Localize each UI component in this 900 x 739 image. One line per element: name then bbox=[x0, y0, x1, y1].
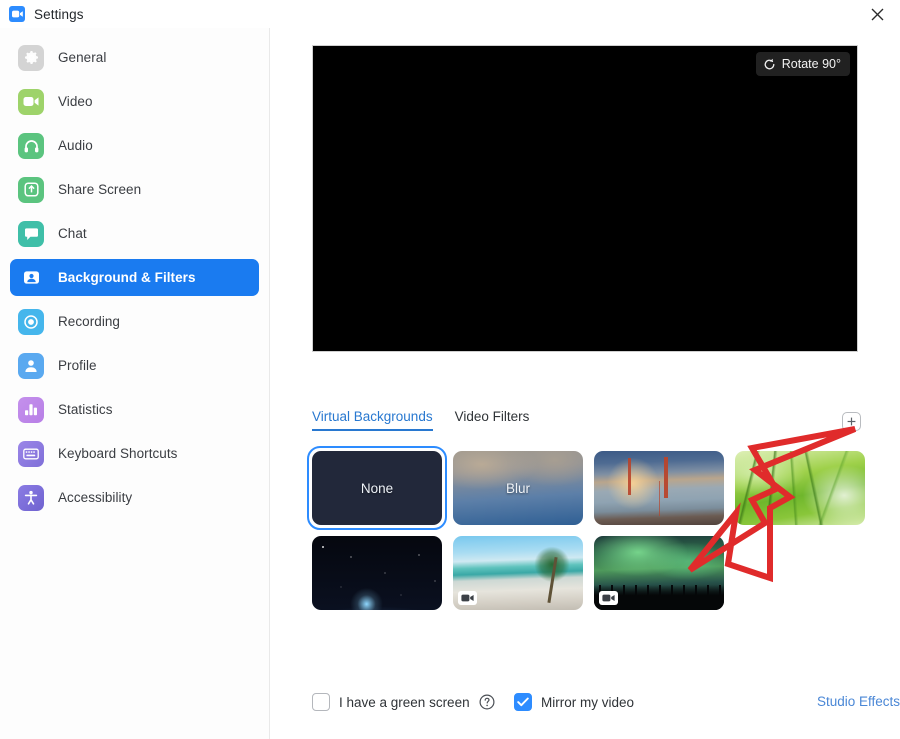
background-option-none[interactable]: None bbox=[307, 446, 447, 530]
background-tabs: Virtual Backgrounds Video Filters bbox=[312, 409, 861, 439]
sidebar-item-label: Video bbox=[58, 94, 93, 109]
person-icon bbox=[18, 352, 44, 379]
sidebar-item-label: Share Screen bbox=[58, 182, 142, 197]
sidebar-item-label: Background & Filters bbox=[58, 270, 196, 285]
background-option-aurora-borealis[interactable] bbox=[594, 536, 724, 610]
bar-chart-icon bbox=[18, 396, 44, 423]
sidebar-item-chat[interactable]: Chat bbox=[10, 215, 259, 252]
plus-icon bbox=[846, 416, 857, 427]
background-footer-controls: I have a green screen Mirror my video St… bbox=[312, 693, 900, 715]
chat-bubble-icon bbox=[18, 220, 44, 247]
sidebar-item-label: Profile bbox=[58, 358, 97, 373]
record-circle-icon bbox=[18, 308, 44, 335]
window-title: Settings bbox=[34, 6, 84, 22]
background-option-blur[interactable]: Blur bbox=[453, 451, 583, 525]
tab-virtual-backgrounds[interactable]: Virtual Backgrounds bbox=[312, 409, 433, 431]
background-option-golden-gate-bridge[interactable] bbox=[594, 451, 724, 525]
close-icon[interactable] bbox=[855, 0, 900, 28]
accessibility-icon bbox=[18, 484, 44, 511]
green-screen-checkbox[interactable] bbox=[312, 693, 330, 711]
sidebar-item-label: Recording bbox=[58, 314, 120, 329]
thumbnail-label: None bbox=[360, 480, 394, 496]
gear-icon bbox=[18, 44, 44, 71]
sidebar-item-label: General bbox=[58, 50, 107, 65]
sidebar-item-video[interactable]: Video bbox=[10, 83, 259, 120]
video-badge-icon bbox=[599, 591, 618, 605]
sidebar-item-accessibility[interactable]: Accessibility bbox=[10, 479, 259, 516]
zoom-video-icon bbox=[9, 6, 25, 22]
video-preview: Rotate 90° bbox=[312, 45, 858, 352]
sidebar-item-profile[interactable]: Profile bbox=[10, 347, 259, 384]
help-circle-icon[interactable] bbox=[479, 694, 495, 710]
share-screen-icon bbox=[18, 176, 44, 203]
keyboard-icon bbox=[18, 440, 44, 467]
background-option-beach-palm-tree[interactable] bbox=[453, 536, 583, 610]
mirror-video-checkbox[interactable] bbox=[514, 693, 532, 711]
sidebar-item-statistics[interactable]: Statistics bbox=[10, 391, 259, 428]
add-background-button[interactable] bbox=[842, 412, 861, 431]
sidebar-item-share-screen[interactable]: Share Screen bbox=[10, 171, 259, 208]
video-badge-icon bbox=[458, 591, 477, 605]
rotate-90-label: Rotate 90° bbox=[781, 57, 841, 71]
sidebar-item-general[interactable]: General bbox=[10, 39, 259, 76]
rotate-90-button[interactable]: Rotate 90° bbox=[755, 52, 850, 76]
background-thumbnail-grid: None Blur bbox=[307, 446, 892, 610]
background-option-earth-from-space[interactable] bbox=[312, 536, 442, 610]
sidebar-item-label: Chat bbox=[58, 226, 87, 241]
sidebar-item-label: Keyboard Shortcuts bbox=[58, 446, 178, 461]
sidebar-item-recording[interactable]: Recording bbox=[10, 303, 259, 340]
mirror-video-label: Mirror my video bbox=[541, 694, 635, 710]
headphones-icon bbox=[18, 132, 44, 159]
tab-video-filters[interactable]: Video Filters bbox=[455, 409, 530, 431]
background-and-filters-panel: Rotate 90° Virtual Backgrounds Video Fil… bbox=[271, 28, 900, 739]
sidebar-item-label: Accessibility bbox=[58, 490, 133, 505]
sidebar-item-label: Statistics bbox=[58, 402, 113, 417]
sidebar-item-label: Audio bbox=[58, 138, 93, 153]
sidebar-item-audio[interactable]: Audio bbox=[10, 127, 259, 164]
green-screen-label: I have a green screen bbox=[339, 694, 470, 710]
rotate-ccw-icon bbox=[763, 58, 782, 71]
thumbnail-label: Blur bbox=[505, 480, 530, 496]
background-option-green-grass[interactable] bbox=[735, 451, 865, 525]
studio-effects-link[interactable]: Studio Effects bbox=[817, 694, 900, 709]
window-titlebar: Settings bbox=[0, 0, 900, 28]
sidebar-item-background-and-filters[interactable]: Background & Filters bbox=[10, 259, 259, 296]
sidebar-item-keyboard-shortcuts[interactable]: Keyboard Shortcuts bbox=[10, 435, 259, 472]
settings-sidebar: General Video Audio Share Screen Chat Ba… bbox=[0, 28, 270, 739]
person-card-icon bbox=[18, 265, 44, 291]
video-camera-icon bbox=[18, 88, 44, 115]
